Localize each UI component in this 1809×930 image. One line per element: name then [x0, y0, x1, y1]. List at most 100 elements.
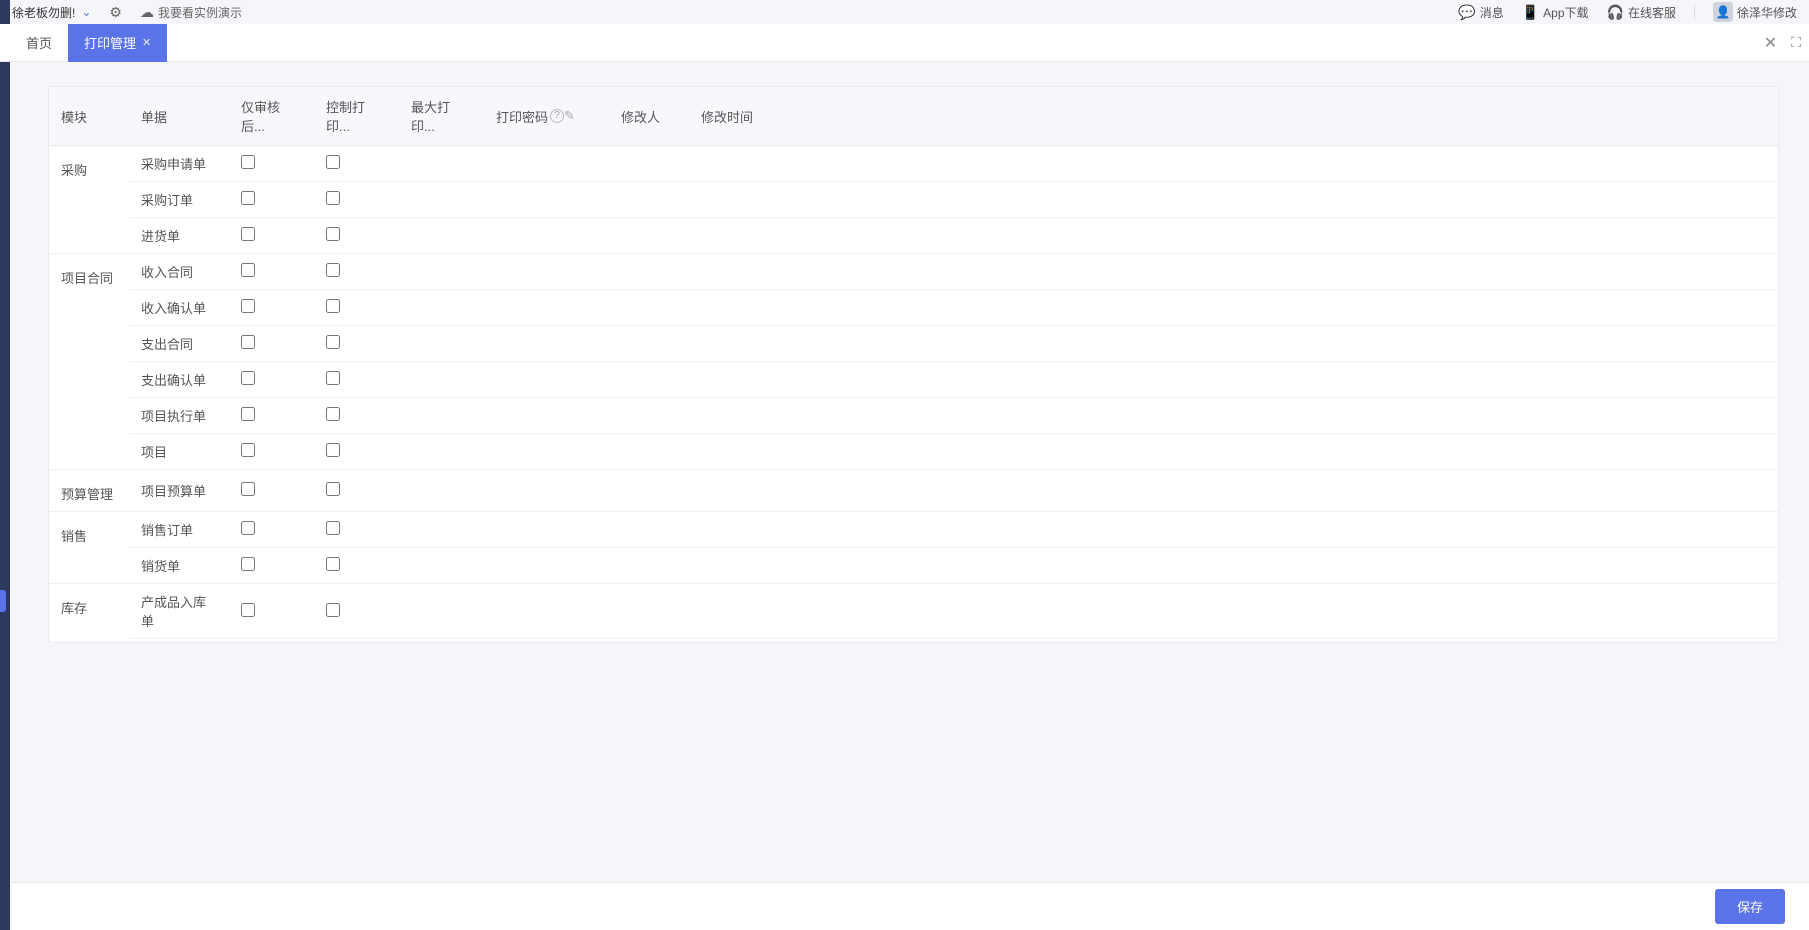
empty-cell [689, 362, 1778, 398]
control-checkbox-cell [314, 326, 399, 362]
approve-checkbox[interactable] [241, 191, 255, 205]
control-checkbox[interactable] [326, 299, 340, 313]
document-cell: 支出合同 [129, 326, 229, 362]
control-checkbox[interactable] [326, 335, 340, 349]
control-checkbox[interactable] [326, 371, 340, 385]
control-checkbox-cell [314, 434, 399, 470]
close-all-icon[interactable]: ✕ [1764, 33, 1777, 53]
top-bar-left: 徐老板勿删! ⌄ ⚙ ☁ 我要看实例演示 [12, 4, 242, 21]
control-checkbox[interactable] [326, 263, 340, 277]
messages-link[interactable]: 💬 消息 [1458, 4, 1503, 21]
gear-icon[interactable]: ⚙ [109, 4, 122, 21]
table-row: 预算管理项目预算单 [49, 470, 1778, 512]
empty-cell [399, 434, 484, 470]
control-checkbox-cell [314, 548, 399, 584]
document-cell: 销售订单 [129, 512, 229, 548]
control-checkbox-cell [314, 512, 399, 548]
module-cell: 项目合同 [49, 254, 129, 470]
empty-cell [689, 639, 1778, 643]
empty-cell [609, 290, 689, 326]
document-cell: 进货单 [129, 218, 229, 254]
document-cell: 收入确认单 [129, 290, 229, 326]
approve-checkbox[interactable] [241, 335, 255, 349]
approve-checkbox[interactable] [241, 603, 255, 617]
control-checkbox[interactable] [326, 482, 340, 496]
empty-cell [484, 398, 609, 434]
control-checkbox-cell [314, 470, 399, 512]
user-menu[interactable]: 👤 徐泽华修改 [1713, 2, 1797, 22]
fullscreen-icon[interactable]: ⛶ [1791, 34, 1801, 51]
table-row: 库存产成品入库单 [49, 584, 1778, 639]
control-checkbox[interactable] [326, 557, 340, 571]
document-cell: 收入合同 [129, 254, 229, 290]
support-link[interactable]: 🎧 在线客服 [1607, 4, 1676, 21]
control-checkbox[interactable] [326, 521, 340, 535]
approve-checkbox[interactable] [241, 407, 255, 421]
approve-checkbox[interactable] [241, 371, 255, 385]
top-bar-right: 💬 消息 📱 App下载 🎧 在线客服 👤 徐泽华修改 [1458, 2, 1797, 22]
table-row: 收入确认单 [49, 290, 1778, 326]
empty-cell [399, 584, 484, 639]
table-header-row: 模块 单据 仅审核后... 控制打印... 最大打印... 打印密码 ? ✎ [49, 87, 1778, 146]
approve-checkbox[interactable] [241, 299, 255, 313]
control-checkbox[interactable] [326, 603, 340, 617]
approve-checkbox[interactable] [241, 155, 255, 169]
org-name: 徐老板勿删! [12, 4, 75, 21]
table-scroll[interactable]: 模块 单据 仅审核后... 控制打印... 最大打印... 打印密码 ? ✎ [49, 87, 1778, 642]
empty-cell [484, 639, 609, 643]
table-row: 采购订单 [49, 182, 1778, 218]
document-cell: 产成品入库单 [129, 584, 229, 639]
app-download-link[interactable]: 📱 App下载 [1522, 4, 1589, 21]
approve-checkbox[interactable] [241, 521, 255, 535]
empty-cell [689, 434, 1778, 470]
document-cell: 项目执行单 [129, 398, 229, 434]
control-checkbox[interactable] [326, 191, 340, 205]
document-cell: 其他入库单 [129, 639, 229, 643]
empty-cell [484, 290, 609, 326]
table-row: 采购采购申请单 [49, 146, 1778, 182]
org-selector[interactable]: 徐老板勿删! ⌄ [12, 4, 91, 21]
empty-cell [609, 434, 689, 470]
tab-print-management[interactable]: 打印管理 ✕ [68, 24, 167, 62]
edit-icon[interactable]: ✎ [564, 108, 575, 124]
demo-link[interactable]: ☁ 我要看实例演示 [140, 4, 242, 21]
header-module: 模块 [49, 87, 129, 146]
header-modifier: 修改人 [609, 87, 689, 146]
header-control-print: 控制打印... [314, 87, 399, 146]
approve-checkbox-cell [229, 182, 314, 218]
approve-checkbox[interactable] [241, 263, 255, 277]
help-icon[interactable]: ? [550, 109, 564, 123]
document-cell: 销货单 [129, 548, 229, 584]
approve-checkbox[interactable] [241, 443, 255, 457]
sidebar-edge [0, 0, 10, 930]
top-bar: 徐老板勿删! ⌄ ⚙ ☁ 我要看实例演示 💬 消息 📱 App下载 🎧 在线客服… [0, 0, 1809, 24]
control-checkbox[interactable] [326, 443, 340, 457]
empty-cell [609, 548, 689, 584]
empty-cell [689, 470, 1778, 512]
empty-cell [484, 218, 609, 254]
approve-checkbox[interactable] [241, 482, 255, 496]
control-checkbox[interactable] [326, 227, 340, 241]
empty-cell [689, 398, 1778, 434]
message-icon: 💬 [1458, 4, 1475, 21]
header-document: 单据 [129, 87, 229, 146]
empty-cell [609, 512, 689, 548]
control-checkbox[interactable] [326, 155, 340, 169]
empty-cell [399, 470, 484, 512]
header-max-print: 最大打印... [399, 87, 484, 146]
empty-cell [609, 326, 689, 362]
save-button[interactable]: 保存 [1715, 889, 1785, 924]
control-checkbox[interactable] [326, 407, 340, 421]
approve-checkbox-cell [229, 254, 314, 290]
approve-checkbox[interactable] [241, 557, 255, 571]
approve-checkbox-cell [229, 362, 314, 398]
approve-checkbox-cell [229, 584, 314, 639]
header-after-approve: 仅审核后... [229, 87, 314, 146]
avatar-icon: 👤 [1713, 2, 1733, 22]
close-icon[interactable]: ✕ [142, 36, 151, 49]
tab-home[interactable]: 首页 [10, 24, 68, 62]
approve-checkbox[interactable] [241, 227, 255, 241]
tab-home-label: 首页 [26, 33, 52, 52]
empty-cell [399, 326, 484, 362]
empty-cell [689, 182, 1778, 218]
